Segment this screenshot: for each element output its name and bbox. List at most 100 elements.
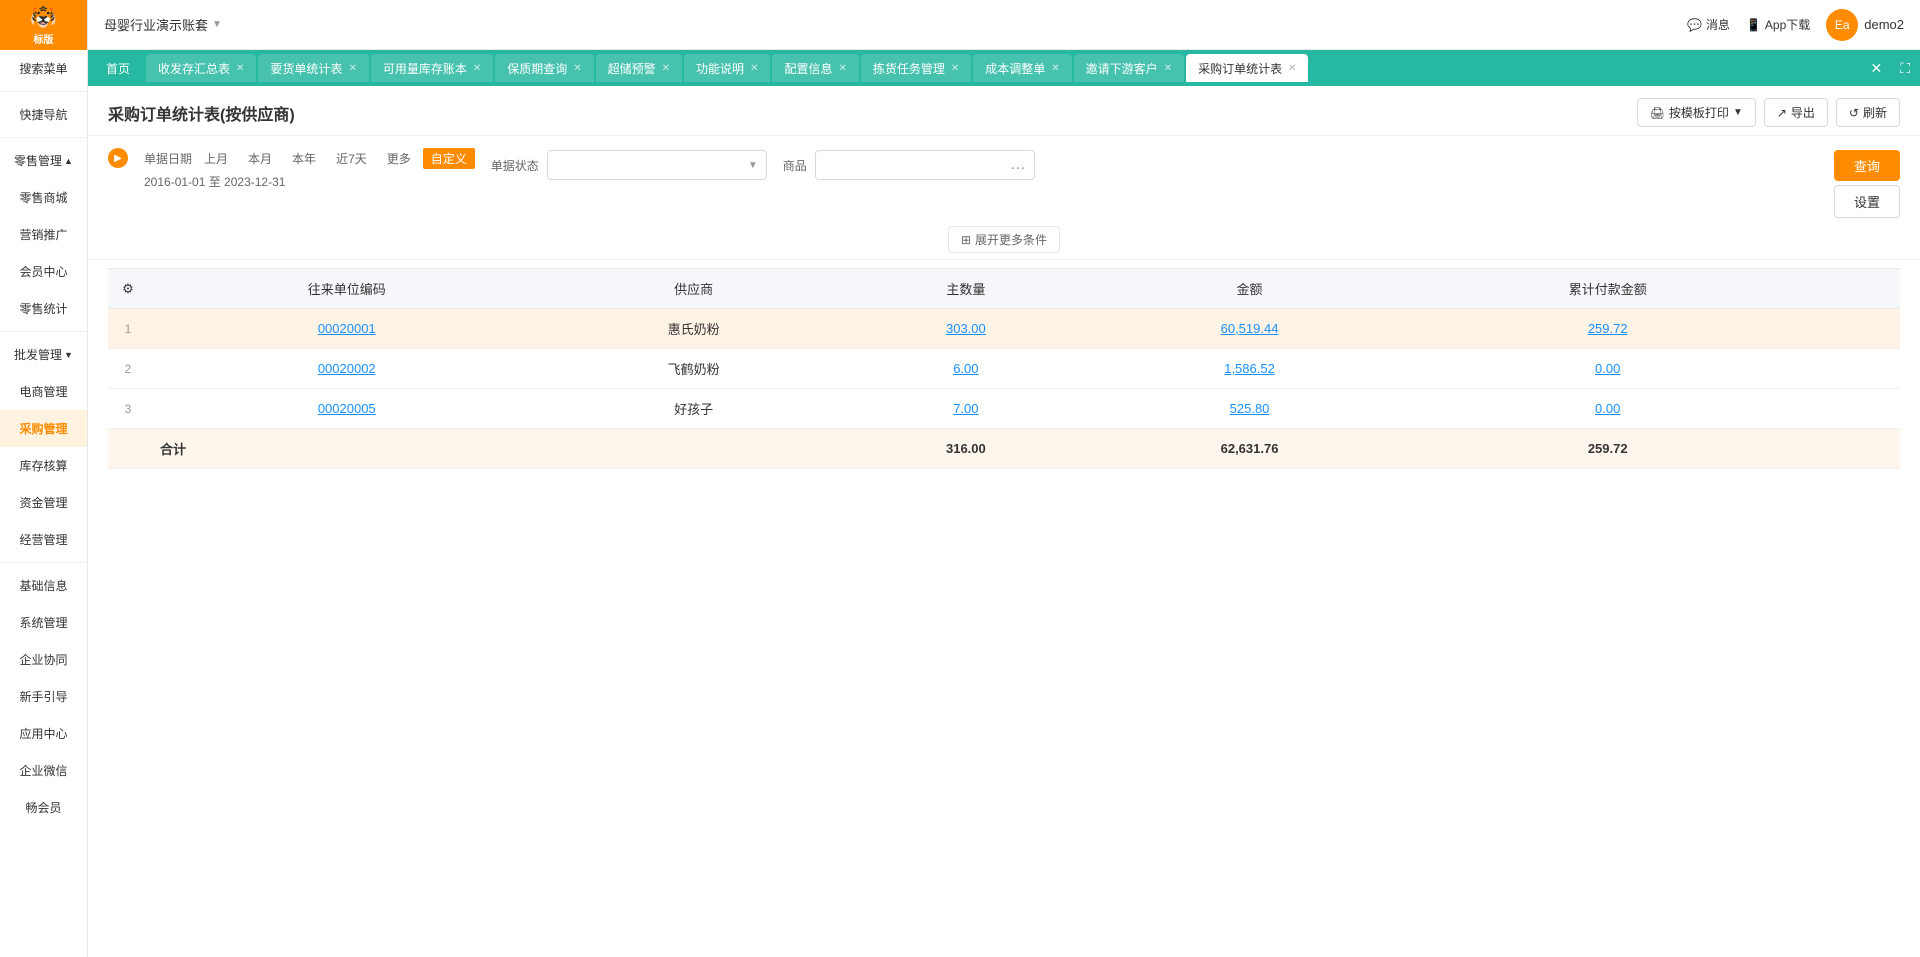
gear-icon[interactable]: ⚙ bbox=[122, 281, 134, 296]
tab-gongnengshuo[interactable]: 功能说明 ✕ bbox=[684, 54, 770, 82]
tab-close-tuohuo[interactable]: ✕ bbox=[951, 63, 959, 74]
sidebar-item-newguide[interactable]: 新手引导 bbox=[0, 678, 87, 715]
account-name: 母婴行业演示账套 bbox=[104, 15, 208, 34]
tab-close-peizhi[interactable]: ✕ bbox=[838, 63, 846, 74]
tab-close-baozhouxun[interactable]: ✕ bbox=[573, 63, 581, 74]
tab-baozhouxun[interactable]: 保质期查询 ✕ bbox=[495, 54, 593, 82]
sidebar-item-retail[interactable]: 零售管理 ▲ bbox=[0, 142, 87, 179]
shortcut-last-month[interactable]: 上月 bbox=[196, 148, 236, 169]
sidebar-item-retail-stat[interactable]: 零售统计 bbox=[0, 290, 87, 327]
tabbar-actions: ✕ ⛶ bbox=[1864, 60, 1916, 77]
sidebar-item-vip[interactable]: 畅会员 bbox=[0, 789, 87, 826]
sidebar-item-quicknav[interactable]: 快捷导航 bbox=[0, 96, 87, 133]
tab-close-keyongliang[interactable]: ✕ bbox=[473, 63, 481, 74]
status-select[interactable]: ▼ bbox=[547, 150, 767, 180]
tab-close-caigoudingtongji[interactable]: ✕ bbox=[1288, 63, 1296, 74]
print-dropdown-icon: ▼ bbox=[1733, 107, 1743, 118]
table-footer-row: 合计 316.00 62,631.76 259.72 bbox=[108, 429, 1900, 469]
tab-chaochuyujing[interactable]: 超储预警 ✕ bbox=[596, 54, 682, 82]
app-icon: 📱 bbox=[1746, 18, 1761, 32]
fullscreen-btn[interactable]: ⛶ bbox=[1894, 60, 1916, 77]
footer-amount: 62,631.76 bbox=[1090, 429, 1409, 469]
sidebar: 🐯 标版 搜索菜单 快捷导航 零售管理 ▲ 零售商城 营销推广 会员中心 零售统… bbox=[0, 0, 88, 957]
row-num: 2 bbox=[108, 349, 148, 389]
sidebar-item-member[interactable]: 会员中心 bbox=[0, 253, 87, 290]
tab-yaoqingxiayou[interactable]: 邀请下游客户 ✕ bbox=[1074, 54, 1184, 82]
user-area[interactable]: Ea demo2 bbox=[1826, 9, 1904, 41]
row-amount: 1,586.52 bbox=[1090, 349, 1409, 389]
tab-keyongliang[interactable]: 可用量库存账本 ✕ bbox=[371, 54, 493, 82]
filter-toggle-btn[interactable]: ▶ bbox=[108, 148, 128, 168]
th-paid: 累计付款金额 bbox=[1409, 269, 1806, 309]
message-btn[interactable]: 💬 消息 bbox=[1687, 16, 1730, 33]
sidebar-item-enterprise[interactable]: 企业协同 bbox=[0, 641, 87, 678]
tab-tuohuo[interactable]: 拣货任务管理 ✕ bbox=[861, 54, 971, 82]
expand-row: ⊞ 展开更多条件 bbox=[108, 226, 1900, 253]
sidebar-item-finance[interactable]: 资金管理 bbox=[0, 484, 87, 521]
refresh-button[interactable]: ↺ 刷新 bbox=[1836, 98, 1900, 127]
tab-yaohuodantongji[interactable]: 要货单统计表 ✕ bbox=[258, 54, 368, 82]
sidebar-item-operation[interactable]: 经营管理 bbox=[0, 521, 87, 558]
close-all-tabs-btn[interactable]: ✕ bbox=[1864, 60, 1888, 77]
tab-shoufahuizong[interactable]: 收发存汇总表 ✕ bbox=[146, 54, 256, 82]
page-container: 采购订单统计表(按供应商) 🖨 按模板打印 ▼ ↗ 导出 ↺ 刷新 bbox=[88, 86, 1920, 957]
tab-close-shoufahuizong[interactable]: ✕ bbox=[236, 63, 244, 74]
shortcut-this-month[interactable]: 本月 bbox=[240, 148, 280, 169]
sidebar-item-appcenter[interactable]: 应用中心 bbox=[0, 715, 87, 752]
tab-chengbentiaoz[interactable]: 成本调整单 ✕ bbox=[973, 54, 1071, 82]
sidebar-item-marketing[interactable]: 营销推广 bbox=[0, 216, 87, 253]
sidebar-item-purchase[interactable]: 采购管理 bbox=[0, 410, 87, 447]
sidebar-item-corpwx[interactable]: 企业微信 bbox=[0, 752, 87, 789]
expand-icon: ⊞ bbox=[961, 233, 971, 247]
sidebar-item-search[interactable]: 搜索菜单 bbox=[0, 50, 87, 87]
shortcut-this-year[interactable]: 本年 bbox=[284, 148, 324, 169]
th-gear: ⚙ bbox=[108, 269, 148, 309]
query-button[interactable]: 查询 bbox=[1834, 150, 1900, 181]
settings-button[interactable]: 设置 bbox=[1834, 185, 1900, 218]
page-header: 采购订单统计表(按供应商) 🖨 按模板打印 ▼ ↗ 导出 ↺ 刷新 bbox=[88, 86, 1920, 136]
sidebar-item-ecommerce[interactable]: 电商管理 bbox=[0, 373, 87, 410]
shortcut-more[interactable]: 更多 bbox=[379, 148, 419, 169]
row-extra bbox=[1806, 349, 1900, 389]
status-filter: 单据状态 ▼ bbox=[491, 150, 767, 180]
goods-input[interactable]: … bbox=[815, 150, 1035, 180]
main-area: 母婴行业演示账套 ▼ 💬 消息 📱 App下载 Ea demo2 首页 收发存汇… bbox=[88, 0, 1920, 957]
topbar: 母婴行业演示账套 ▼ 💬 消息 📱 App下载 Ea demo2 bbox=[88, 0, 1920, 50]
filter-main-row: ▶ 单据日期 上月 本月 本年 近7天 更多 自定义 2016-01-01 至 … bbox=[108, 148, 1900, 218]
table-row: 2 00020002 飞鹤奶粉 6.00 1,586.52 0.00 bbox=[108, 349, 1900, 389]
logo-icon: 🐯 bbox=[30, 5, 57, 31]
sidebar-item-basic[interactable]: 基础信息 bbox=[0, 567, 87, 604]
table-area: ⚙ 往来单位编码 供应商 主数量 金额 累计付款金额 1 bbox=[88, 268, 1920, 489]
tab-close-chaochuyujing[interactable]: ✕ bbox=[662, 63, 670, 74]
tab-caigoudingtongji[interactable]: 采购订单统计表 ✕ bbox=[1186, 54, 1308, 82]
table-row: 3 00020005 好孩子 7.00 525.80 0.00 bbox=[108, 389, 1900, 429]
custom-date-badge[interactable]: 自定义 bbox=[423, 148, 475, 169]
tab-close-yaohuodantongji[interactable]: ✕ bbox=[348, 63, 356, 74]
sidebar-item-wholesale[interactable]: 批发管理 ▼ bbox=[0, 336, 87, 373]
tab-close-gongnengshuo[interactable]: ✕ bbox=[750, 63, 758, 74]
sidebar-item-inventory[interactable]: 库存核算 bbox=[0, 447, 87, 484]
footer-label: 合计 bbox=[148, 429, 842, 469]
username-label: demo2 bbox=[1864, 17, 1904, 32]
tab-home[interactable]: 首页 bbox=[92, 60, 144, 77]
row-paid: 0.00 bbox=[1409, 389, 1806, 429]
app-download-btn[interactable]: 📱 App下载 bbox=[1746, 16, 1810, 33]
row-paid: 0.00 bbox=[1409, 349, 1806, 389]
row-code: 00020005 bbox=[148, 389, 545, 429]
tab-close-yaoqingxiayou[interactable]: ✕ bbox=[1164, 63, 1172, 74]
sidebar-item-system[interactable]: 系统管理 bbox=[0, 604, 87, 641]
goods-more-icon[interactable]: … bbox=[1010, 156, 1026, 174]
sidebar-item-retail-mall[interactable]: 零售商城 bbox=[0, 179, 87, 216]
page-title: 采购订单统计表(按供应商) bbox=[108, 101, 295, 125]
expand-more-btn[interactable]: ⊞ 展开更多条件 bbox=[948, 226, 1060, 253]
chevron-down-icon: ▲ bbox=[64, 156, 73, 166]
date-range-display: 2016-01-01 至 2023-12-31 bbox=[144, 173, 475, 190]
export-icon: ↗ bbox=[1777, 106, 1787, 120]
tab-close-chengbentiaoz[interactable]: ✕ bbox=[1051, 63, 1059, 74]
shortcut-7days[interactable]: 近7天 bbox=[328, 148, 375, 169]
content-area: 采购订单统计表(按供应商) 🖨 按模板打印 ▼ ↗ 导出 ↺ 刷新 bbox=[88, 86, 1920, 957]
tab-peizhi[interactable]: 配置信息 ✕ bbox=[772, 54, 858, 82]
account-dropdown[interactable]: 母婴行业演示账套 ▼ bbox=[104, 15, 1679, 34]
export-button[interactable]: ↗ 导出 bbox=[1764, 98, 1828, 127]
print-button[interactable]: 🖨 按模板打印 ▼ bbox=[1637, 98, 1756, 127]
